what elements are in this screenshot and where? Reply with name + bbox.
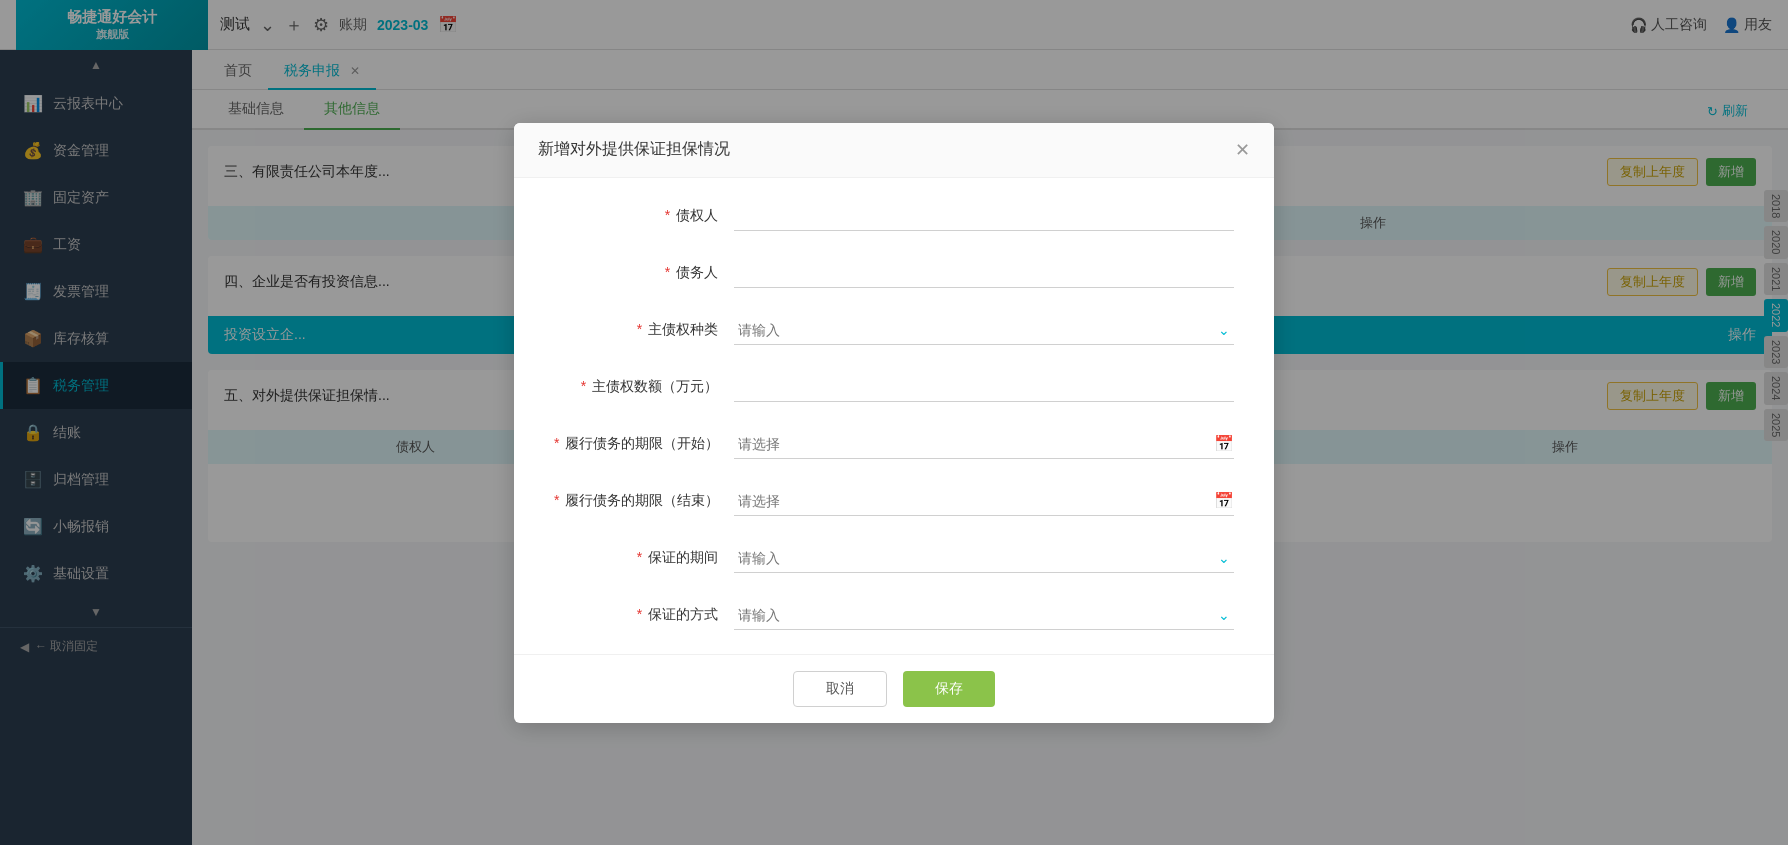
form-row-period-start: * 履行债务的期限（开始） 📅 <box>554 430 1234 459</box>
input-creditor[interactable] <box>734 202 1234 231</box>
select-wrap-claim-type: ⌄ <box>734 316 1234 345</box>
dialog-title: 新增对外提供保证担保情况 <box>538 139 730 160</box>
form-row-guarantee-period: * 保证的期间 ⌄ <box>554 544 1234 573</box>
dialog-overlay: 新增对外提供保证担保情况 ✕ * 债权人 * 债务人 <box>0 0 1788 845</box>
dialog-body: * 债权人 * 债务人 * 主债权种类 <box>514 178 1274 654</box>
chevron-down-icon-guarantee-method[interactable]: ⌄ <box>1214 607 1234 623</box>
chevron-down-icon-claim-type[interactable]: ⌄ <box>1214 322 1234 338</box>
form-row-claim-type: * 主债权种类 ⌄ <box>554 316 1234 345</box>
label-period-end: * 履行债务的期限（结束） <box>554 492 734 510</box>
calendar-start-icon[interactable]: 📅 <box>1214 434 1234 453</box>
input-period-start[interactable] <box>734 430 1214 458</box>
dialog: 新增对外提供保证担保情况 ✕ * 债权人 * 债务人 <box>514 123 1274 723</box>
form-row-creditor: * 债权人 <box>554 202 1234 231</box>
form-row-claim-amount: * 主债权数额（万元） <box>554 373 1234 402</box>
date-wrap-start: 📅 <box>734 430 1234 459</box>
form-row-guarantee-method: * 保证的方式 ⌄ <box>554 601 1234 630</box>
input-claim-amount[interactable] <box>734 373 1234 402</box>
input-period-end[interactable] <box>734 487 1214 515</box>
label-claim-amount: * 主债权数额（万元） <box>554 378 734 396</box>
dialog-header: 新增对外提供保证担保情况 ✕ <box>514 123 1274 178</box>
label-guarantee-period: * 保证的期间 <box>554 549 734 567</box>
form-row-period-end: * 履行债务的期限（结束） 📅 <box>554 487 1234 516</box>
save-button[interactable]: 保存 <box>903 671 995 707</box>
date-wrap-end: 📅 <box>734 487 1234 516</box>
select-wrap-guarantee-method: ⌄ <box>734 601 1234 630</box>
cancel-button[interactable]: 取消 <box>793 671 887 707</box>
chevron-down-icon-guarantee-period[interactable]: ⌄ <box>1214 550 1234 566</box>
input-guarantee-period[interactable] <box>734 544 1214 572</box>
input-guarantee-method[interactable] <box>734 601 1214 629</box>
label-debtor: * 债务人 <box>554 264 734 282</box>
label-claim-type: * 主债权种类 <box>554 321 734 339</box>
dialog-close-button[interactable]: ✕ <box>1235 139 1250 161</box>
input-claim-type[interactable] <box>734 316 1214 344</box>
calendar-end-icon[interactable]: 📅 <box>1214 491 1234 510</box>
form-row-debtor: * 债务人 <box>554 259 1234 288</box>
label-period-start: * 履行债务的期限（开始） <box>554 435 734 453</box>
label-guarantee-method: * 保证的方式 <box>554 606 734 624</box>
select-wrap-guarantee-period: ⌄ <box>734 544 1234 573</box>
input-debtor[interactable] <box>734 259 1234 288</box>
dialog-footer: 取消 保存 <box>514 654 1274 723</box>
label-creditor: * 债权人 <box>554 207 734 225</box>
